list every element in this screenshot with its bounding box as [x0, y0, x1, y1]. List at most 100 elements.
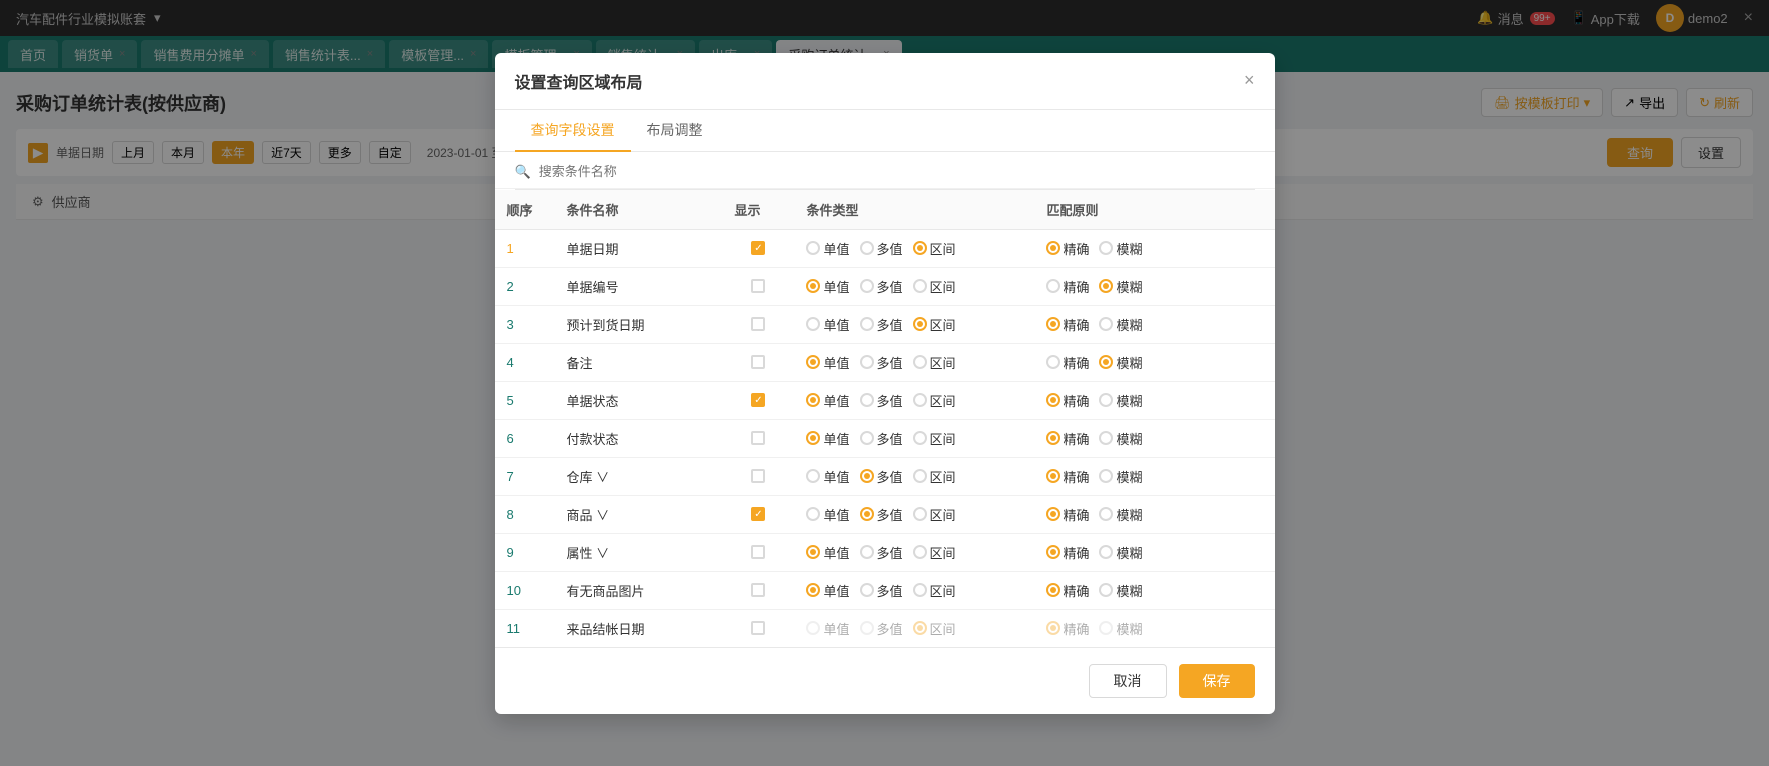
save-button[interactable]: 保存 [1179, 664, 1255, 698]
match-exact-option[interactable]: 精确 [1046, 429, 1089, 448]
match-exact-option[interactable]: 精确 [1046, 505, 1089, 524]
show-checkbox[interactable]: ✓ [751, 393, 765, 407]
type-multi-radio[interactable] [860, 469, 874, 483]
type-single-radio[interactable] [806, 355, 820, 369]
match-exact-radio[interactable] [1046, 317, 1060, 331]
match-exact-radio[interactable] [1046, 583, 1060, 597]
type-single-option[interactable]: 单值 [806, 353, 849, 372]
show-checkbox[interactable] [751, 279, 765, 293]
match-exact-radio[interactable] [1046, 393, 1060, 407]
type-single-option[interactable]: 单值 [806, 391, 849, 410]
type-option-0[interactable]: 单值 [806, 619, 849, 638]
type-range-radio[interactable] [913, 355, 927, 369]
type-multi-option[interactable]: 多值 [860, 391, 903, 410]
match-exact-radio[interactable] [1046, 355, 1060, 369]
match-fuzzy-radio[interactable] [1099, 279, 1113, 293]
show-checkbox[interactable] [751, 545, 765, 559]
match-fuzzy-option[interactable]: 模糊 [1099, 315, 1142, 334]
type-multi-option[interactable]: 多值 [860, 505, 903, 524]
type-single-radio[interactable] [806, 545, 820, 559]
row-show[interactable]: ✓ [723, 381, 795, 419]
type-range-option[interactable]: 区间 [913, 391, 956, 410]
show-checkbox[interactable] [751, 355, 765, 369]
match-fuzzy-radio[interactable] [1099, 431, 1113, 445]
type-radio-2[interactable] [913, 621, 927, 635]
type-multi-radio[interactable] [860, 507, 874, 521]
match-fuzzy-option[interactable]: 模糊 [1099, 543, 1142, 562]
type-range-radio[interactable] [913, 545, 927, 559]
match-fuzzy-option[interactable]: 模糊 [1099, 239, 1142, 258]
type-range-option[interactable]: 区间 [913, 239, 956, 258]
type-range-radio[interactable] [913, 241, 927, 255]
match-radio-0[interactable] [1046, 621, 1060, 635]
match-exact-radio[interactable] [1046, 469, 1060, 483]
row-show[interactable]: ✓ [723, 229, 795, 267]
type-multi-radio[interactable] [860, 583, 874, 597]
type-range-option[interactable]: 区间 [913, 505, 956, 524]
type-multi-radio[interactable] [860, 431, 874, 445]
match-exact-option[interactable]: 精确 [1046, 581, 1089, 600]
type-range-option[interactable]: 区间 [913, 543, 956, 562]
type-multi-radio[interactable] [860, 393, 874, 407]
row-show[interactable]: ✓ [723, 495, 795, 533]
match-fuzzy-radio[interactable] [1099, 583, 1113, 597]
type-range-radio[interactable] [913, 507, 927, 521]
type-single-option[interactable]: 单值 [806, 467, 849, 486]
match-option-1[interactable]: 模糊 [1099, 619, 1142, 638]
type-multi-radio[interactable] [860, 317, 874, 331]
type-single-option[interactable]: 单值 [806, 429, 849, 448]
type-single-option[interactable]: 单值 [806, 239, 849, 258]
match-fuzzy-radio[interactable] [1099, 241, 1113, 255]
show-checkbox[interactable]: ✓ [751, 507, 765, 521]
match-exact-option[interactable]: 精确 [1046, 467, 1089, 486]
type-single-radio[interactable] [806, 317, 820, 331]
match-exact-option[interactable]: 精确 [1046, 239, 1089, 258]
show-checkbox[interactable] [751, 431, 765, 445]
type-option-2[interactable]: 区间 [913, 619, 956, 638]
show-checkbox[interactable] [751, 621, 765, 635]
type-single-radio[interactable] [806, 393, 820, 407]
type-range-option[interactable]: 区间 [913, 429, 956, 448]
match-exact-option[interactable]: 精确 [1046, 315, 1089, 334]
cancel-button[interactable]: 取消 [1089, 664, 1167, 698]
dialog-close-button[interactable]: × [1244, 70, 1255, 91]
type-single-option[interactable]: 单值 [806, 315, 849, 334]
type-single-radio[interactable] [806, 241, 820, 255]
match-exact-option[interactable]: 精确 [1046, 277, 1089, 296]
type-single-option[interactable]: 单值 [806, 277, 849, 296]
match-fuzzy-radio[interactable] [1099, 393, 1113, 407]
dialog-tab-layout[interactable]: 布局调整 [631, 110, 719, 152]
match-fuzzy-radio[interactable] [1099, 469, 1113, 483]
match-fuzzy-radio[interactable] [1099, 507, 1113, 521]
row-show[interactable] [723, 457, 795, 495]
match-radio-1[interactable] [1099, 621, 1113, 635]
type-multi-option[interactable]: 多值 [860, 239, 903, 258]
row-show[interactable] [723, 419, 795, 457]
type-multi-option[interactable]: 多值 [860, 467, 903, 486]
type-single-radio[interactable] [806, 431, 820, 445]
row-show[interactable] [723, 343, 795, 381]
type-single-radio[interactable] [806, 469, 820, 483]
match-exact-option[interactable]: 精确 [1046, 543, 1089, 562]
match-fuzzy-radio[interactable] [1099, 355, 1113, 369]
type-multi-option[interactable]: 多值 [860, 581, 903, 600]
match-fuzzy-option[interactable]: 模糊 [1099, 277, 1142, 296]
type-multi-radio[interactable] [860, 241, 874, 255]
show-checkbox[interactable] [751, 469, 765, 483]
type-multi-radio[interactable] [860, 355, 874, 369]
type-range-option[interactable]: 区间 [913, 277, 956, 296]
type-multi-option[interactable]: 多值 [860, 429, 903, 448]
type-range-radio[interactable] [913, 431, 927, 445]
match-fuzzy-option[interactable]: 模糊 [1099, 429, 1142, 448]
type-single-option[interactable]: 单值 [806, 543, 849, 562]
match-fuzzy-option[interactable]: 模糊 [1099, 391, 1142, 410]
type-multi-radio[interactable] [860, 545, 874, 559]
type-range-radio[interactable] [913, 393, 927, 407]
dialog-tab-query-fields[interactable]: 查询字段设置 [515, 110, 631, 152]
type-range-option[interactable]: 区间 [913, 353, 956, 372]
type-radio-0[interactable] [806, 621, 820, 635]
match-fuzzy-option[interactable]: 模糊 [1099, 581, 1142, 600]
show-checkbox[interactable] [751, 583, 765, 597]
type-range-radio[interactable] [913, 279, 927, 293]
type-multi-option[interactable]: 多值 [860, 353, 903, 372]
